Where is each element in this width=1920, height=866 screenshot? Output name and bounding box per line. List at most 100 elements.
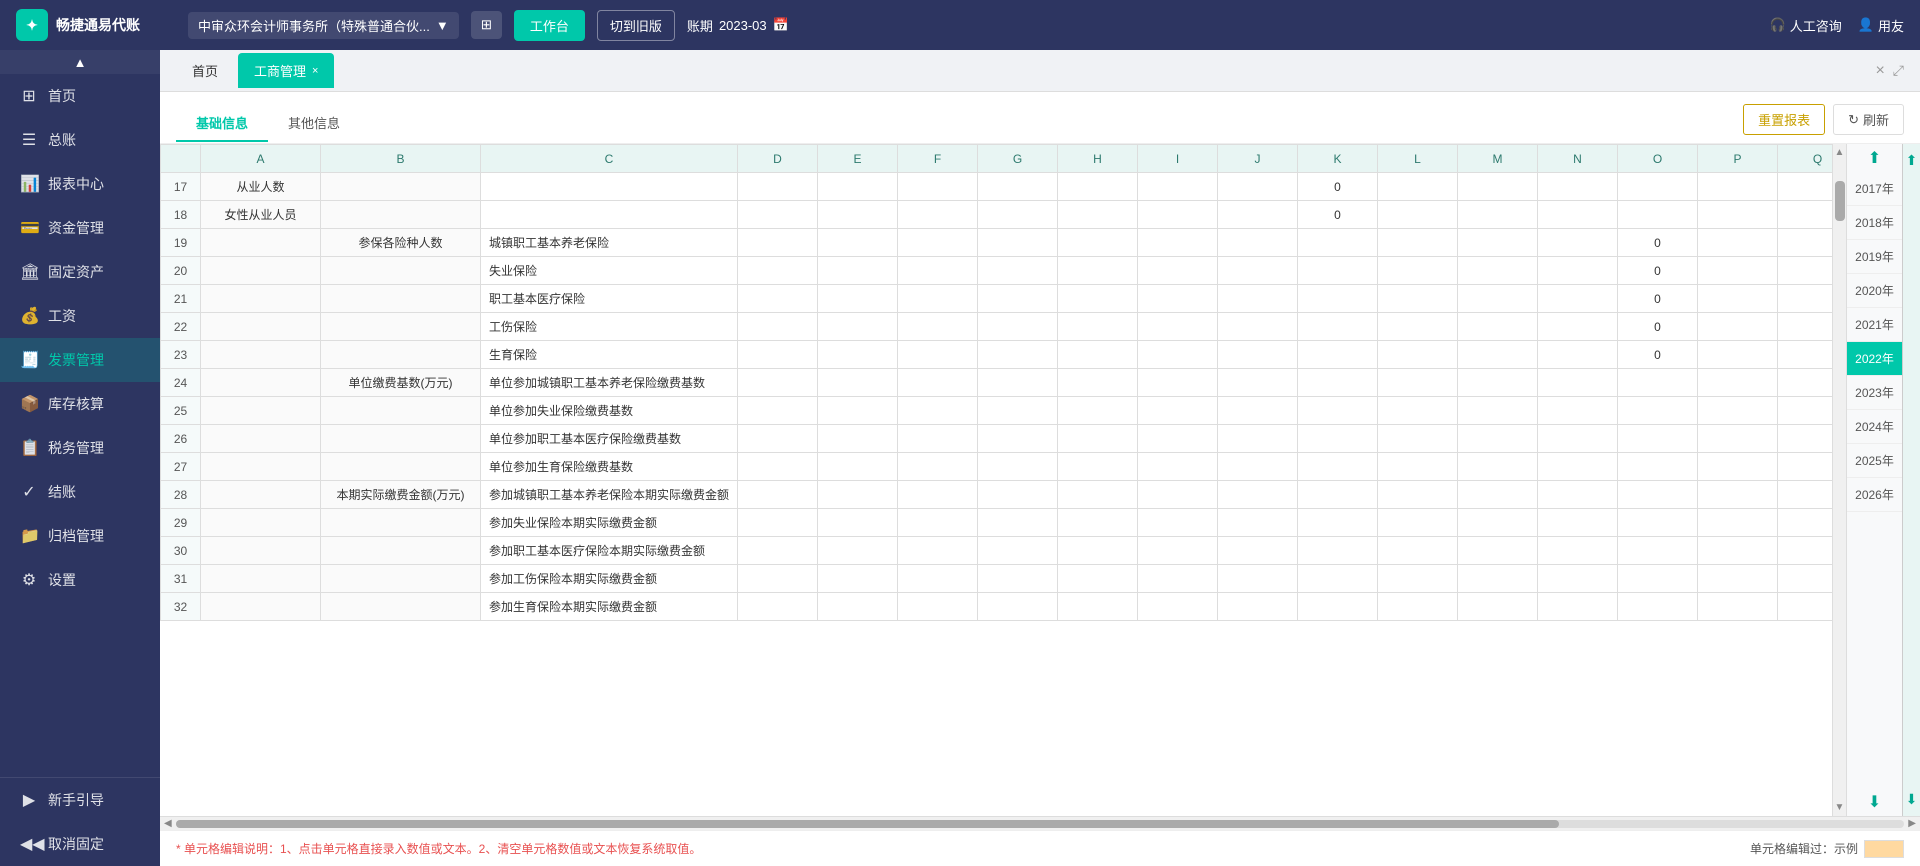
cell-E-22[interactable] — [818, 313, 898, 341]
cell-I-29[interactable] — [1138, 509, 1218, 537]
cell-B-23[interactable] — [321, 341, 481, 369]
cell-L-18[interactable] — [1378, 201, 1458, 229]
sidebar-item-home[interactable]: ⊞首页 — [0, 74, 160, 118]
cell-L-28[interactable] — [1378, 481, 1458, 509]
cell-B-32[interactable] — [321, 593, 481, 621]
cell-F-28[interactable] — [898, 481, 978, 509]
cell-H-20[interactable] — [1058, 257, 1138, 285]
cell-A-31[interactable] — [201, 565, 321, 593]
cell-J-19[interactable] — [1218, 229, 1298, 257]
cell-P-18[interactable] — [1698, 201, 1778, 229]
cell-A-25[interactable] — [201, 397, 321, 425]
cell-P-19[interactable] — [1698, 229, 1778, 257]
cell-F-18[interactable] — [898, 201, 978, 229]
cell-O-21[interactable]: 0 — [1618, 285, 1698, 313]
cell-G-24[interactable] — [978, 369, 1058, 397]
cell-E-29[interactable] — [818, 509, 898, 537]
cell-F-30[interactable] — [898, 537, 978, 565]
cell-H-32[interactable] — [1058, 593, 1138, 621]
cell-P-26[interactable] — [1698, 425, 1778, 453]
cell-E-26[interactable] — [818, 425, 898, 453]
cell-O-22[interactable]: 0 — [1618, 313, 1698, 341]
cell-C-20[interactable]: 失业保险 — [481, 257, 738, 285]
cell-D-19[interactable] — [738, 229, 818, 257]
cell-K-17[interactable]: 0 — [1298, 173, 1378, 201]
cell-E-32[interactable] — [818, 593, 898, 621]
cell-Q-22[interactable] — [1778, 313, 1832, 341]
cell-D-17[interactable] — [738, 173, 818, 201]
cell-H-24[interactable] — [1058, 369, 1138, 397]
cell-E-28[interactable] — [818, 481, 898, 509]
cell-K-28[interactable] — [1298, 481, 1378, 509]
cell-B-18[interactable] — [321, 201, 481, 229]
cell-M-24[interactable] — [1458, 369, 1538, 397]
cell-D-24[interactable] — [738, 369, 818, 397]
cell-H-28[interactable] — [1058, 481, 1138, 509]
cell-P-20[interactable] — [1698, 257, 1778, 285]
cell-F-17[interactable] — [898, 173, 978, 201]
cell-G-32[interactable] — [978, 593, 1058, 621]
cell-C-26[interactable]: 单位参加职工基本医疗保险缴费基数 — [481, 425, 738, 453]
cell-I-32[interactable] — [1138, 593, 1218, 621]
cell-B-31[interactable] — [321, 565, 481, 593]
sub-tab-basic[interactable]: 基础信息 — [176, 105, 268, 142]
cell-J-18[interactable] — [1218, 201, 1298, 229]
tab-home[interactable]: 首页 — [176, 53, 234, 88]
cell-B-30[interactable] — [321, 537, 481, 565]
cell-C-17[interactable] — [481, 173, 738, 201]
spreadsheet-main[interactable]: ABCDEFGHIJKLMNOPQ17从业人数018女性从业人员019参保各险种… — [160, 144, 1832, 816]
cell-E-27[interactable] — [818, 453, 898, 481]
cell-A-23[interactable] — [201, 341, 321, 369]
cell-G-19[interactable] — [978, 229, 1058, 257]
cell-D-29[interactable] — [738, 509, 818, 537]
cell-O-29[interactable] — [1618, 509, 1698, 537]
cell-I-30[interactable] — [1138, 537, 1218, 565]
vscroll-thumb[interactable] — [1835, 181, 1845, 221]
cell-O-31[interactable] — [1618, 565, 1698, 593]
cell-D-26[interactable] — [738, 425, 818, 453]
company-selector[interactable]: 中审众环会计师事务所（特殊普通合伙... ▼ — [188, 12, 459, 39]
cell-C-27[interactable]: 单位参加生育保险缴费基数 — [481, 453, 738, 481]
reset-report-button[interactable]: 重置报表 — [1743, 104, 1825, 135]
cell-L-19[interactable] — [1378, 229, 1458, 257]
cell-Q-28[interactable] — [1778, 481, 1832, 509]
cell-H-30[interactable] — [1058, 537, 1138, 565]
cell-B-28[interactable]: 本期实际缴费金额(万元) — [321, 481, 481, 509]
cell-D-32[interactable] — [738, 593, 818, 621]
cell-Q-31[interactable] — [1778, 565, 1832, 593]
cell-N-17[interactable] — [1538, 173, 1618, 201]
cell-Q-20[interactable] — [1778, 257, 1832, 285]
cell-I-25[interactable] — [1138, 397, 1218, 425]
cell-G-25[interactable] — [978, 397, 1058, 425]
cell-M-25[interactable] — [1458, 397, 1538, 425]
cell-N-30[interactable] — [1538, 537, 1618, 565]
cell-D-28[interactable] — [738, 481, 818, 509]
cell-N-20[interactable] — [1538, 257, 1618, 285]
cell-J-31[interactable] — [1218, 565, 1298, 593]
cell-O-26[interactable] — [1618, 425, 1698, 453]
period-selector[interactable]: 账期 2023-03 📅 — [687, 16, 789, 35]
window-close-icon[interactable]: × — [1875, 62, 1884, 80]
sidebar-item-tax[interactable]: 📋税务管理 — [0, 426, 160, 470]
cell-D-20[interactable] — [738, 257, 818, 285]
hscroll-thumb[interactable] — [176, 820, 1559, 828]
cell-K-25[interactable] — [1298, 397, 1378, 425]
cell-N-22[interactable] — [1538, 313, 1618, 341]
ai-button[interactable]: 🎧 人工咨询 — [1770, 16, 1842, 35]
cell-F-20[interactable] — [898, 257, 978, 285]
cell-A-27[interactable] — [201, 453, 321, 481]
cell-J-32[interactable] — [1218, 593, 1298, 621]
cell-E-20[interactable] — [818, 257, 898, 285]
cell-E-21[interactable] — [818, 285, 898, 313]
cell-B-17[interactable] — [321, 173, 481, 201]
cell-C-30[interactable]: 参加职工基本医疗保险本期实际缴费金额 — [481, 537, 738, 565]
horizontal-scrollbar[interactable]: ◀ ▶ — [160, 816, 1920, 830]
sidebar-item-invoice[interactable]: 🧾发票管理 — [0, 338, 160, 382]
hscroll-right[interactable]: ▶ — [1908, 818, 1916, 829]
cell-M-18[interactable] — [1458, 201, 1538, 229]
cell-J-26[interactable] — [1218, 425, 1298, 453]
cell-O-27[interactable] — [1618, 453, 1698, 481]
cell-P-31[interactable] — [1698, 565, 1778, 593]
cell-E-30[interactable] — [818, 537, 898, 565]
cell-Q-26[interactable] — [1778, 425, 1832, 453]
